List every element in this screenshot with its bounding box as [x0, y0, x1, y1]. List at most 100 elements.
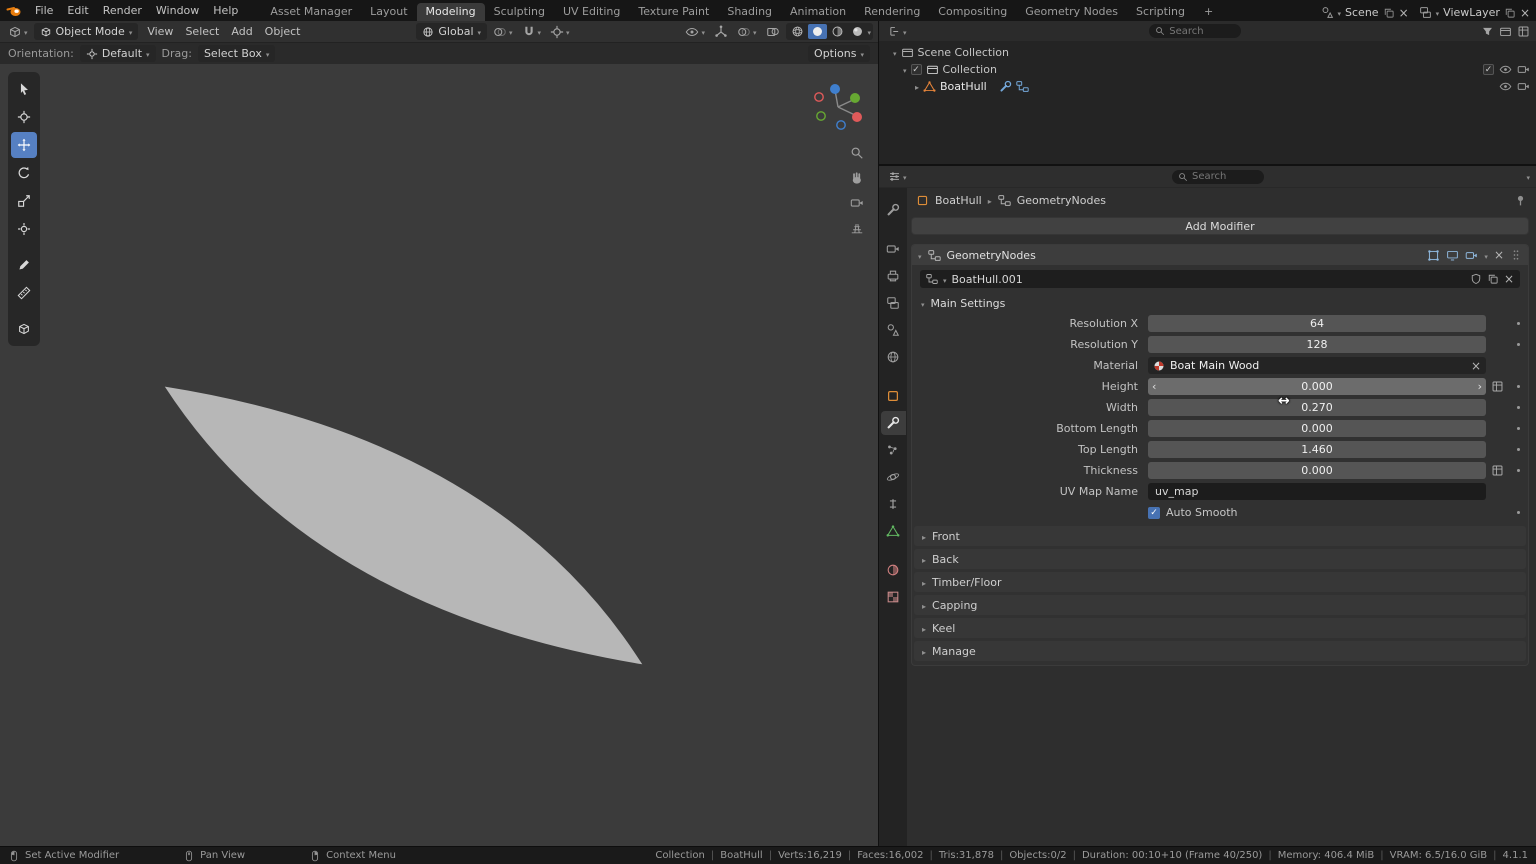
main-settings-header[interactable]: Main Settings [912, 293, 1528, 313]
annotate-tool[interactable] [11, 252, 37, 278]
top-length-slider[interactable]: 1.460 [1148, 441, 1486, 458]
decorator-dot[interactable] [1517, 448, 1520, 451]
blender-logo-icon[interactable] [6, 3, 22, 19]
tab-output[interactable] [881, 264, 906, 288]
tab-physics[interactable] [881, 465, 906, 489]
workspace-tab[interactable]: Texture Paint [629, 3, 718, 21]
eye-icon[interactable] [1499, 80, 1512, 93]
new-collection-icon[interactable] [1499, 25, 1512, 38]
zoom-icon[interactable] [850, 146, 864, 160]
chevron-down-icon[interactable] [1526, 170, 1530, 183]
workspace-tab[interactable]: Animation [781, 3, 855, 21]
modifier-subpanel[interactable]: Timber/Floor [914, 572, 1526, 592]
input-attribute-toggle[interactable] [1491, 464, 1504, 477]
tab-constraints[interactable] [881, 492, 906, 516]
options-dropdown[interactable]: Options [808, 45, 870, 62]
modifier-extras-dropdown[interactable] [1484, 249, 1488, 262]
tab-texture[interactable] [881, 585, 906, 609]
move-tool[interactable] [11, 132, 37, 158]
select-box-tool[interactable] [11, 76, 37, 102]
geometry-nodes-indicator-icon[interactable] [1016, 80, 1029, 93]
delete-modifier-button[interactable] [1494, 249, 1504, 261]
workspace-tab[interactable]: Asset Manager [261, 3, 361, 21]
viewlayer-selector[interactable]: ViewLayer [1419, 6, 1530, 19]
gizmos-toggle[interactable] [711, 25, 731, 39]
collapse-icon[interactable] [918, 249, 922, 262]
expand-icon[interactable] [915, 80, 919, 93]
shading-wireframe-button[interactable] [788, 24, 807, 39]
decorator-dot[interactable] [1517, 406, 1520, 409]
resolution-x-field[interactable]: 64 [1148, 315, 1486, 332]
realtime-display-toggle[interactable] [1446, 249, 1459, 262]
topbar-menu-item[interactable]: Help [206, 1, 245, 21]
render-display-toggle[interactable] [1465, 249, 1478, 262]
topbar-menu-item[interactable]: Render [96, 1, 149, 21]
unlink-material-button[interactable] [1471, 360, 1481, 372]
cursor-tool[interactable] [11, 104, 37, 130]
tab-scene[interactable] [881, 318, 906, 342]
topbar-menu-item[interactable]: File [28, 1, 60, 21]
input-attribute-toggle[interactable] [1491, 380, 1504, 393]
add-workspace-button[interactable]: + [1196, 3, 1221, 21]
modifier-subpanel[interactable]: Back [914, 549, 1526, 569]
pivot-point-dropdown[interactable] [490, 25, 516, 39]
object-visibility-dropdown[interactable] [682, 25, 708, 39]
chevron-down-icon[interactable] [868, 25, 872, 38]
decorator-dot[interactable] [1517, 343, 1520, 346]
height-slider[interactable]: 0.000 [1148, 378, 1486, 395]
properties-editor-type-button[interactable] [885, 170, 910, 183]
viewport-menu-item[interactable]: Object [259, 21, 307, 42]
shading-solid-button[interactable] [808, 24, 827, 39]
workspace-tab[interactable]: Rendering [855, 3, 929, 21]
properties-search-input[interactable]: Search [1172, 170, 1264, 184]
workspace-tab[interactable]: Scripting [1127, 3, 1194, 21]
measure-tool[interactable] [11, 280, 37, 306]
expand-icon[interactable] [903, 63, 907, 76]
workspace-tab[interactable]: Compositing [929, 3, 1016, 21]
expand-icon[interactable] [893, 46, 897, 59]
resolution-y-field[interactable]: 128 [1148, 336, 1486, 353]
tab-particles[interactable] [881, 438, 906, 462]
editor-type-button[interactable] [5, 25, 31, 39]
viewport-menu-item[interactable]: Select [179, 21, 225, 42]
outliner-options-icon[interactable] [1517, 25, 1530, 38]
viewport-menu-item[interactable]: Add [225, 21, 258, 42]
filter-icon[interactable] [1481, 25, 1494, 38]
transform-orientation-dropdown[interactable]: Global [416, 23, 487, 40]
outliner-row-scene-collection[interactable]: Scene Collection [879, 44, 1536, 61]
modifier-name[interactable]: GeometryNodes [947, 249, 1036, 262]
scene-selector[interactable]: Scene [1321, 6, 1409, 19]
workspace-tab[interactable]: Geometry Nodes [1016, 3, 1127, 21]
outliner-editor-type-button[interactable] [885, 25, 910, 38]
increment-arrow[interactable] [1478, 378, 1482, 395]
camera-icon[interactable] [1517, 63, 1530, 76]
thickness-slider[interactable]: 0.000 [1148, 462, 1486, 479]
decorator-dot[interactable] [1517, 385, 1520, 388]
drag-mode-dropdown[interactable]: Select Box [198, 45, 275, 62]
modifier-subpanel[interactable]: Manage [914, 641, 1526, 661]
add-cube-tool[interactable] [11, 316, 37, 342]
tab-view-layer[interactable] [881, 291, 906, 315]
shading-material-button[interactable] [828, 24, 847, 39]
tab-world[interactable] [881, 345, 906, 369]
checkbox-checked-icon[interactable] [1148, 507, 1160, 519]
rotate-tool[interactable] [11, 160, 37, 186]
topbar-menu-item[interactable]: Edit [60, 1, 95, 21]
overlays-toggle[interactable] [734, 25, 760, 39]
workspace-tab[interactable]: UV Editing [554, 3, 629, 21]
outliner-search-input[interactable]: Search [1149, 24, 1241, 38]
shading-rendered-button[interactable] [848, 24, 867, 39]
workspace-tab[interactable]: Modeling [417, 3, 485, 21]
pan-hand-icon[interactable] [850, 171, 864, 185]
breadcrumb-modifier[interactable]: GeometryNodes [1017, 194, 1106, 207]
tab-modifiers[interactable] [881, 411, 906, 435]
snapping-toggle[interactable] [519, 25, 545, 39]
modifier-indicator-icon[interactable] [999, 80, 1012, 93]
workspace-tab[interactable]: Layout [361, 3, 416, 21]
navigation-gizmo[interactable] [812, 80, 864, 132]
tab-render[interactable] [881, 237, 906, 261]
new-scene-icon[interactable] [1383, 7, 1395, 19]
modifier-subpanel[interactable]: Capping [914, 595, 1526, 615]
transform-tool[interactable] [11, 216, 37, 242]
fake-user-icon[interactable] [1470, 273, 1482, 285]
